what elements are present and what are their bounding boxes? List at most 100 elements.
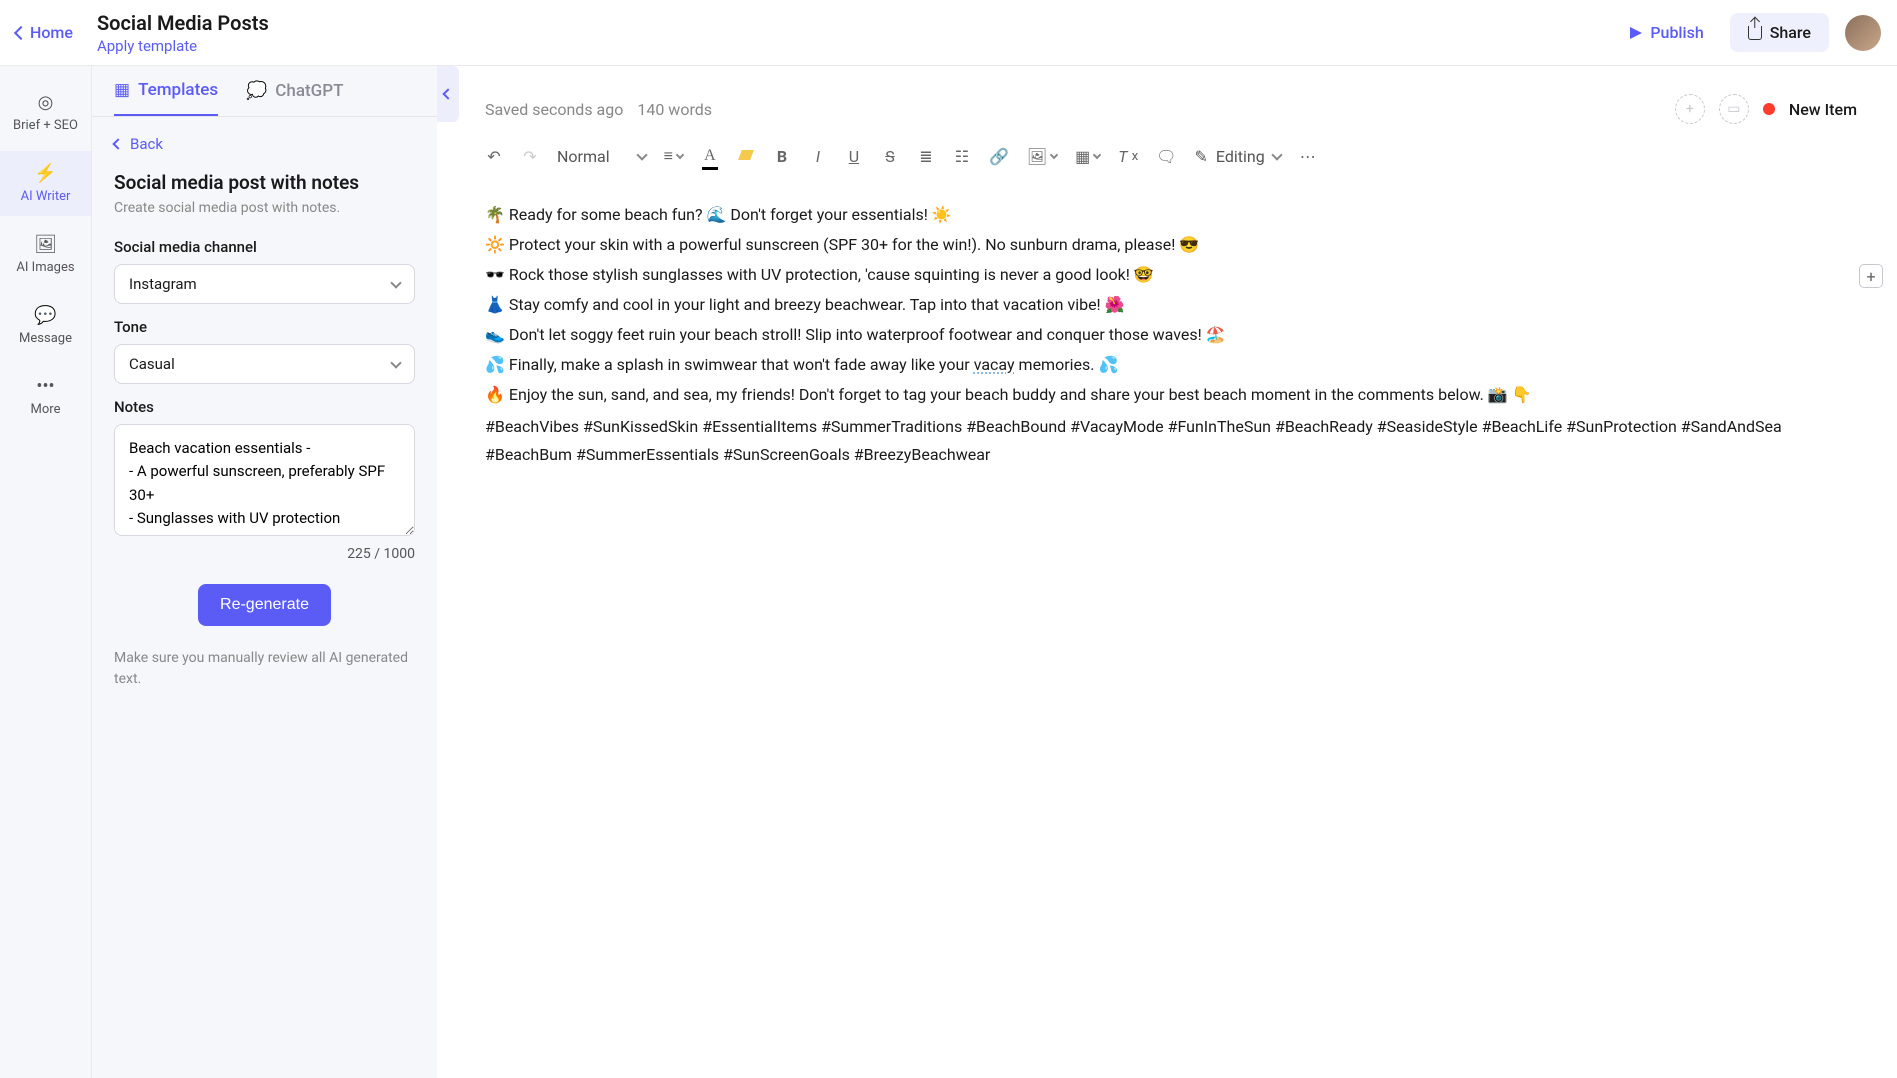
- topbar: Home Social Media Posts Apply template P…: [0, 0, 1897, 66]
- chevron-down-icon: [390, 277, 401, 288]
- content-line: 🔆 Protect your skin with a powerful suns…: [485, 231, 1847, 259]
- content-line: 👟 Don't let soggy feet ruin your beach s…: [485, 321, 1847, 349]
- align-button[interactable]: ≡: [664, 146, 683, 166]
- tab-templates[interactable]: ▦ Templates: [114, 80, 218, 116]
- chat-icon: 💬: [36, 305, 56, 325]
- side-panel: ▦ Templates 💭 ChatGPT Back Social media …: [92, 66, 437, 1078]
- form-title: Social media post with notes: [114, 171, 415, 194]
- nav-message-label: Message: [19, 331, 72, 346]
- pencil-icon: ✎: [1195, 147, 1208, 166]
- tab-chatgpt-label: ChatGPT: [275, 81, 343, 101]
- home-label: Home: [30, 23, 73, 42]
- send-icon: [1630, 27, 1642, 39]
- nav-images-label: AI Images: [16, 260, 74, 275]
- content-line: 💦 Finally, make a splash in swimwear tha…: [485, 351, 1847, 379]
- notes-label: Notes: [114, 398, 415, 416]
- saved-status: Saved seconds ago: [485, 100, 623, 119]
- tone-select[interactable]: Casual: [114, 344, 415, 384]
- side-tabs: ▦ Templates 💭 ChatGPT: [92, 66, 437, 117]
- chevron-down-icon: [1271, 149, 1282, 160]
- content-line: 🔥 Enjoy the sun, sand, and sea, my frien…: [485, 381, 1847, 409]
- apply-template-link[interactable]: Apply template: [97, 37, 269, 55]
- tab-chatgpt[interactable]: 💭 ChatGPT: [246, 80, 343, 116]
- back-link[interactable]: Back: [114, 135, 415, 153]
- home-link[interactable]: Home: [16, 23, 73, 42]
- bolt-icon: ⚡: [36, 163, 56, 183]
- italic-button[interactable]: I: [809, 147, 827, 166]
- nav-ai-images[interactable]: 🖼 AI Images: [0, 222, 91, 287]
- chevron-down-icon: [636, 149, 647, 160]
- avatar[interactable]: [1845, 15, 1881, 51]
- share-button[interactable]: Share: [1730, 13, 1829, 52]
- chevron-down-icon: [390, 357, 401, 368]
- bullet-list-button[interactable]: ≣: [917, 147, 935, 166]
- spellcheck-word[interactable]: vacay: [974, 355, 1015, 374]
- image-button[interactable]: 🖼: [1027, 147, 1057, 166]
- nav-message[interactable]: 💬 Message: [0, 293, 91, 358]
- publish-button[interactable]: Publish: [1616, 15, 1717, 50]
- nav-writer-label: AI Writer: [21, 189, 71, 204]
- target-icon: ◎: [36, 92, 56, 112]
- comment-button[interactable]: 🗨: [1156, 147, 1176, 166]
- channel-label: Social media channel: [114, 238, 415, 256]
- tab-templates-label: Templates: [138, 80, 218, 100]
- nav-more-label: More: [31, 402, 61, 417]
- page-title: Social Media Posts: [97, 11, 269, 35]
- editor-area: Saved seconds ago 140 words + ▭ New Item…: [437, 66, 1897, 1078]
- nav-ai-writer[interactable]: ⚡ AI Writer: [0, 151, 91, 216]
- underline-button[interactable]: U: [845, 147, 863, 166]
- nav-brief-seo[interactable]: ◎ Brief + SEO: [0, 80, 91, 145]
- nav-more[interactable]: ••• More: [0, 364, 91, 429]
- style-value: Normal: [557, 147, 610, 166]
- back-label: Back: [130, 135, 163, 153]
- chevron-left-icon: [112, 138, 123, 149]
- notes-textarea[interactable]: [114, 424, 415, 536]
- content-line: 🕶️ Rock those stylish sunglasses with UV…: [485, 261, 1847, 289]
- add-block-button[interactable]: +: [1859, 264, 1883, 288]
- form-subtitle: Create social media post with notes.: [114, 200, 415, 216]
- editor-toolbar: ↶ ↷ Normal ≡ A B I U S ≣ ☷ 🔗 🖼 ▦ Tx: [465, 136, 1897, 177]
- word-count: 140 words: [637, 100, 712, 119]
- bold-button[interactable]: B: [773, 147, 791, 166]
- tone-label: Tone: [114, 318, 415, 336]
- content-line: 👗 Stay comfy and cool in your light and …: [485, 291, 1847, 319]
- upload-icon: [1748, 26, 1762, 40]
- calendar-icon[interactable]: ▭: [1719, 94, 1749, 124]
- char-count: 225 / 1000: [114, 546, 415, 562]
- highlight-button[interactable]: [737, 148, 755, 164]
- chevron-down-icon: [676, 150, 684, 158]
- more-toolbar-button[interactable]: ⋯: [1299, 147, 1317, 166]
- redo-button[interactable]: ↷: [521, 147, 539, 166]
- link-button[interactable]: 🔗: [989, 147, 1009, 166]
- content-line: 🌴 Ready for some beach fun? 🌊 Don't forg…: [485, 201, 1847, 229]
- disclaimer-text: Make sure you manually review all AI gen…: [114, 648, 415, 690]
- regenerate-button[interactable]: Re-generate: [198, 584, 331, 626]
- status-label[interactable]: New Item: [1789, 100, 1857, 119]
- chevron-left-icon: [14, 25, 28, 39]
- channel-select[interactable]: Instagram: [114, 264, 415, 304]
- chatgpt-icon: 💭: [246, 81, 267, 101]
- publish-label: Publish: [1650, 23, 1703, 42]
- share-label: Share: [1770, 23, 1811, 42]
- tone-value: Casual: [129, 355, 175, 373]
- ordered-list-button[interactable]: ☷: [953, 147, 971, 166]
- undo-button[interactable]: ↶: [485, 147, 503, 166]
- nav-brief-label: Brief + SEO: [13, 118, 78, 133]
- status-dot-icon: [1763, 103, 1775, 115]
- hashtags: #BeachVibes #SunKissedSkin #EssentialIte…: [485, 413, 1847, 469]
- font-color-button[interactable]: A: [701, 147, 719, 165]
- left-nav: ◎ Brief + SEO ⚡ AI Writer 🖼 AI Images 💬 …: [0, 66, 92, 1078]
- editor-content[interactable]: 🌴 Ready for some beach fun? 🌊 Don't forg…: [465, 177, 1897, 1078]
- mode-select[interactable]: ✎ Editing: [1195, 147, 1281, 166]
- image-icon: 🖼: [36, 234, 56, 254]
- add-user-icon[interactable]: +: [1675, 94, 1705, 124]
- title-block: Social Media Posts Apply template: [97, 11, 269, 55]
- clear-format-button[interactable]: Tx: [1118, 147, 1138, 166]
- table-button[interactable]: ▦: [1075, 147, 1100, 166]
- channel-value: Instagram: [129, 275, 197, 293]
- dots-icon: •••: [36, 376, 56, 396]
- strike-button[interactable]: S: [881, 147, 899, 166]
- chevron-down-icon: [1093, 150, 1101, 158]
- mode-value: Editing: [1216, 147, 1265, 166]
- style-select[interactable]: Normal: [557, 147, 646, 166]
